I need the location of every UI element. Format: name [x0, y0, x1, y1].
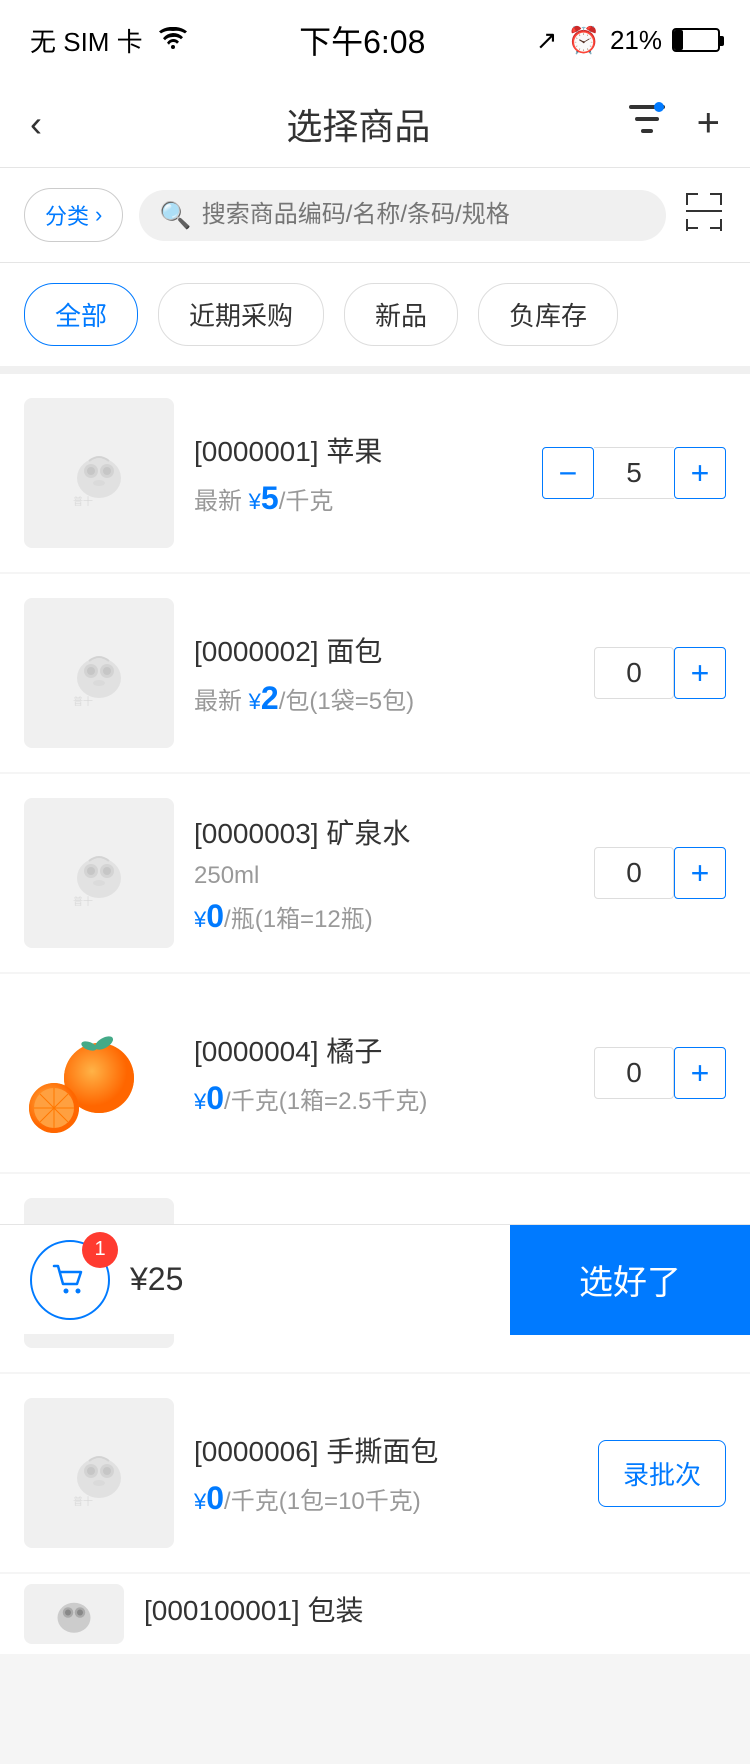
product-image: 普十 [24, 1398, 174, 1548]
product-info: [0000006] 手撕面包 ¥0/千克(1包=10千克) [194, 1430, 578, 1517]
status-right: ↗ ⏰ 21% [536, 25, 720, 56]
bottom-bar: 1 ¥25 选好了 [0, 1224, 750, 1334]
cart-badge: 1 [82, 1232, 118, 1268]
nav-actions: + [627, 101, 720, 147]
add-button[interactable]: + [697, 101, 720, 146]
product-price: ¥0/千克(1箱=2.5千克) [194, 1080, 574, 1117]
back-button[interactable]: ‹ [30, 103, 90, 145]
category-button[interactable]: 分类 › [24, 188, 123, 242]
svg-text:普十: 普十 [73, 695, 93, 708]
qty-control: − + [542, 447, 726, 499]
product-list: 普十 [0000001] 苹果 最新 ¥5/千克 − + [0, 374, 750, 1654]
scan-icon[interactable] [682, 189, 726, 242]
product-item-partial: [000100001] 包装 [0, 1574, 750, 1654]
tab-negative[interactable]: 负库存 [478, 283, 618, 346]
qty-control: + [594, 847, 726, 899]
search-bar: 分类 › 🔍 [0, 168, 750, 263]
product-item: 普十 [0000006] 手撕面包 ¥0/千克(1包=10千克) 录批次 [0, 1374, 750, 1572]
wifi-icon [157, 25, 189, 56]
qty-control: 录批次 [598, 1440, 726, 1507]
product-price: ¥0/瓶(1箱=12瓶) [194, 898, 574, 935]
product-image: 普十 [24, 598, 174, 748]
tabs-bar: 全部 近期采购 新品 负库存 [0, 263, 750, 374]
category-arrow-icon: › [95, 202, 102, 228]
tab-new[interactable]: 新品 [344, 283, 458, 346]
filter-icon[interactable] [627, 101, 667, 147]
qty-input[interactable] [594, 647, 674, 699]
battery-percent: 21% [610, 25, 662, 56]
product-name: [0000004] 橘子 [194, 1030, 574, 1070]
cart-total: ¥25 [130, 1261, 183, 1298]
qty-plus-button[interactable]: + [674, 1047, 726, 1099]
product-item: 普十 [0000003] 矿泉水 250ml ¥0/瓶(1箱=12瓶) + [0, 774, 750, 972]
product-price: ¥0/千克(1包=10千克) [194, 1480, 578, 1517]
qty-plus-button[interactable]: + [674, 447, 726, 499]
orange-image [24, 998, 174, 1148]
svg-text:普十: 普十 [73, 895, 93, 908]
page-title: 选择商品 [90, 98, 627, 150]
battery-icon [672, 28, 720, 52]
status-left: 无 SIM 卡 [30, 22, 189, 59]
product-item: 普十 [0000001] 苹果 最新 ¥5/千克 − + [0, 374, 750, 572]
svg-text:普十: 普十 [73, 1495, 93, 1508]
nav-bar: ‹ 选择商品 + [0, 80, 750, 168]
category-label: 分类 [45, 199, 89, 231]
product-info: [0000002] 面包 最新 ¥2/包(1袋=5包) [194, 630, 574, 717]
qty-input[interactable] [594, 447, 674, 499]
product-info: [0000003] 矿泉水 250ml ¥0/瓶(1箱=12瓶) [194, 812, 574, 935]
carrier-text: 无 SIM 卡 [30, 22, 143, 59]
product-item: 普十 [0000002] 面包 最新 ¥2/包(1袋=5包) + [0, 574, 750, 772]
cart-button[interactable]: 1 [30, 1240, 110, 1320]
product-info: [0000004] 橘子 ¥0/千克(1箱=2.5千克) [194, 1030, 574, 1117]
product-item: [0000004] 橘子 ¥0/千克(1箱=2.5千克) + [0, 974, 750, 1172]
product-name: [0000002] 面包 [194, 630, 574, 670]
product-image [24, 1584, 124, 1644]
product-price: 最新 ¥5/千克 [194, 480, 522, 517]
status-bar: 无 SIM 卡 下午6:08 ↗ ⏰ 21% [0, 0, 750, 80]
confirm-button[interactable]: 选好了 [510, 1225, 750, 1335]
product-image: 普十 [24, 398, 174, 548]
svg-text:普十: 普十 [73, 495, 93, 508]
alarm-icon: ⏰ [568, 25, 600, 56]
location-icon: ↗ [536, 25, 558, 56]
status-time: 下午6:08 [299, 17, 425, 63]
product-name: [0000001] 苹果 [194, 430, 522, 470]
qty-input[interactable] [594, 847, 674, 899]
product-name: [000100001] 包装 [144, 1589, 726, 1629]
qty-control: + [594, 1047, 726, 1099]
search-icon: 🔍 [159, 200, 191, 231]
qty-plus-button[interactable]: + [674, 647, 726, 699]
product-info: [0000001] 苹果 最新 ¥5/千克 [194, 430, 522, 517]
qty-plus-button[interactable]: + [674, 847, 726, 899]
product-name: [0000003] 矿泉水 [194, 812, 574, 852]
product-spec: 250ml [194, 862, 574, 890]
tab-recent[interactable]: 近期采购 [158, 283, 324, 346]
product-name: [0000006] 手撕面包 [194, 1430, 578, 1470]
search-input-wrap: 🔍 [139, 190, 666, 241]
product-price: 最新 ¥2/包(1袋=5包) [194, 680, 574, 717]
qty-control: + [594, 647, 726, 699]
product-info: [000100001] 包装 [144, 1589, 726, 1639]
cart-icon [48, 1258, 92, 1302]
search-input[interactable] [202, 201, 646, 229]
qty-input[interactable] [594, 1047, 674, 1099]
product-image: 普十 [24, 798, 174, 948]
batch-button[interactable]: 录批次 [598, 1440, 726, 1507]
tab-all[interactable]: 全部 [24, 283, 138, 346]
product-image [24, 998, 174, 1148]
qty-minus-button[interactable]: − [542, 447, 594, 499]
cart-area: 1 ¥25 [0, 1240, 510, 1320]
